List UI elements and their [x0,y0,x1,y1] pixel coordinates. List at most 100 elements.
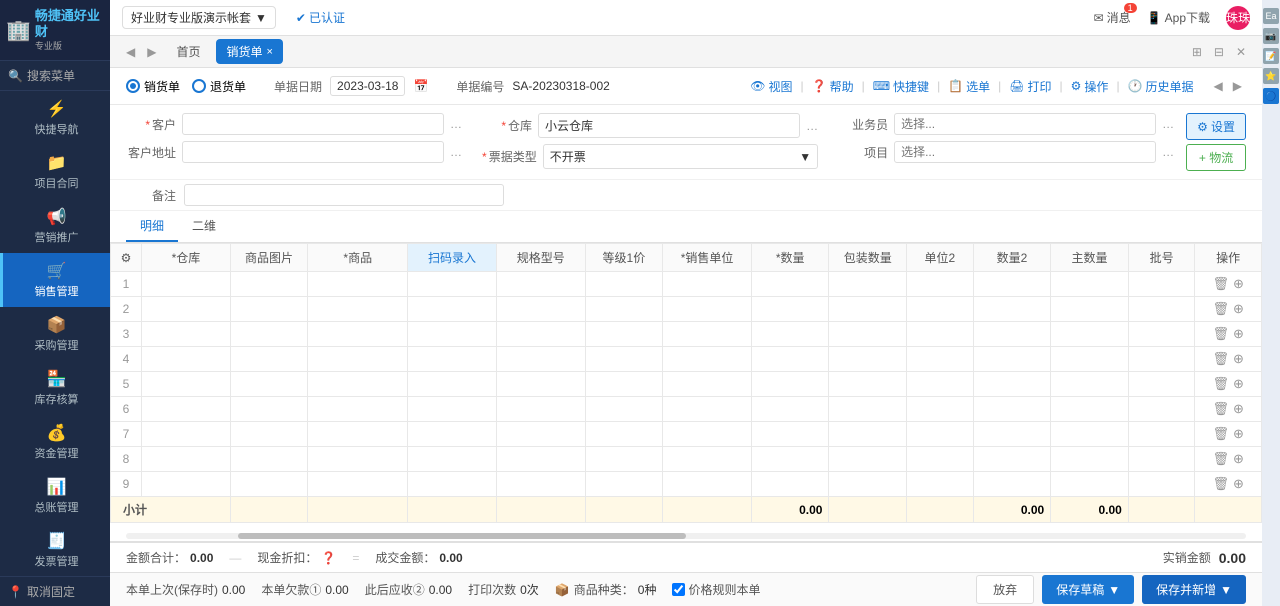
setup-btn[interactable]: ⚙ 设置 [1186,113,1246,140]
row-1-scan[interactable] [408,272,497,297]
row-1-unit[interactable] [663,272,752,297]
note-input[interactable] [184,184,504,206]
save-new-btn[interactable]: 保存并新增 ▼ [1142,575,1246,604]
row-1-qty2[interactable] [973,272,1051,297]
customer-input[interactable] [182,113,444,135]
project-dots[interactable]: … [1162,145,1174,159]
warehouse-dots[interactable]: … [806,119,818,133]
staff-dots[interactable]: … [1162,117,1174,131]
radio-return-order[interactable]: 退货单 [192,78,246,95]
history-btn[interactable]: 🕐 历史单据 [1128,78,1194,95]
sidebar-unpin-btn[interactable]: 📍 取消固定 [0,576,110,606]
row-1-price[interactable] [585,272,663,297]
tab-close-icon[interactable]: × [267,46,273,58]
tab-layout-btn1[interactable]: ⊞ [1188,43,1206,61]
rfp-btn-4[interactable]: ⭐ [1263,68,1279,84]
row-2-delete-btn[interactable]: 🗑 [1212,301,1229,317]
rfp-btn-5[interactable]: 🔵 [1263,88,1279,104]
invoice-select[interactable]: 不开票 ▼ [543,144,818,169]
sidebar-item-marketing[interactable]: 📢 营销推广 [0,199,110,253]
operate-btn[interactable]: ⚙ 操作 [1071,78,1109,95]
row-5-copy-btn[interactable]: ⊕ [1233,376,1244,392]
horizontal-scrollbar[interactable] [126,533,1246,539]
shortcut-btn[interactable]: ⌨ 快捷键 [873,78,929,95]
row-9-delete-btn[interactable]: 🗑 [1212,476,1229,492]
message-btn[interactable]: ✉ 1 消息 [1094,9,1131,26]
user-profile[interactable]: 珠珠 [1226,6,1250,30]
row-1-image[interactable] [230,272,308,297]
abandon-btn[interactable]: 放弃 [976,575,1034,604]
app-download-btn[interactable]: 📱 App下载 [1147,9,1210,26]
tab-close-all[interactable]: ✕ [1232,43,1250,61]
row-1-warehouse[interactable] [142,272,231,297]
row-2-copy-btn[interactable]: ⊕ [1233,301,1244,317]
print-btn[interactable]: 🖨 打印 [1009,78,1051,95]
sidebar-item-funds[interactable]: 💰 资金管理 [0,415,110,469]
radio-sales-order[interactable]: 销货单 [126,78,180,95]
sidebar-item-accounting[interactable]: 📊 总账管理 [0,469,110,523]
row-3-copy-btn[interactable]: ⊕ [1233,326,1244,342]
scroll-thumb[interactable] [238,533,686,539]
sidebar-item-purchase[interactable]: 📦 采购管理 [0,307,110,361]
project-input[interactable] [894,141,1156,163]
amount-label: 金额合计： [126,549,186,566]
row-1-delete-btn[interactable]: 🗑 [1212,276,1229,292]
warehouse-value[interactable]: 小云仓库 [538,113,800,138]
row-7-copy-btn[interactable]: ⊕ [1233,426,1244,442]
sidebar-item-sales[interactable]: 🛒 销售管理 [0,253,110,307]
prev-record-btn[interactable]: ◀ [1210,77,1227,95]
sidebar-search[interactable]: 🔍 搜索菜单 [0,61,110,91]
help-discount-icon[interactable]: ❓ [321,551,336,565]
row-1-spec[interactable] [496,272,585,297]
tab-next-btn[interactable]: ▶ [143,43,160,61]
select-btn[interactable]: 📋 选单 [948,78,990,95]
row-3-delete-btn[interactable]: 🗑 [1212,326,1229,342]
address-dots[interactable]: … [450,145,462,159]
rfp-btn-3[interactable]: 📝 [1263,48,1279,64]
sidebar-item-quick-nav[interactable]: ⚡ 快捷导航 [0,91,110,145]
tab-layout-btn2[interactable]: ⊟ [1210,43,1228,61]
sidebar-item-invoice[interactable]: 🧾 发票管理 [0,523,110,576]
row-4-delete-btn[interactable]: 🗑 [1212,351,1229,367]
row-1-unit2[interactable] [907,272,974,297]
sidebar-item-inventory[interactable]: 🏪 库存核算 [0,361,110,415]
customer-dots[interactable]: … [450,117,462,131]
row-1-main-qty[interactable] [1051,272,1129,297]
row-8-copy-btn[interactable]: ⊕ [1233,451,1244,467]
price-check-checkbox[interactable] [672,583,685,596]
view-btn[interactable]: 👁 视图 [750,78,792,95]
calendar-icon[interactable]: 📅 [413,79,428,93]
next-record-btn[interactable]: ▶ [1229,77,1246,95]
row-1-pack-qty[interactable] [829,272,907,297]
row-1-goods[interactable] [308,272,408,297]
col-settings[interactable]: ⚙ [111,244,142,272]
tab-prev-btn[interactable]: ◀ [122,43,139,61]
row-8-delete-btn[interactable]: 🗑 [1212,451,1229,467]
rfp-btn-1[interactable]: Ea [1263,8,1279,24]
row-4-copy-btn[interactable]: ⊕ [1233,351,1244,367]
price-check-label[interactable]: 价格规则本单 [672,581,760,598]
staff-input[interactable] [894,113,1156,135]
col-scan[interactable]: 扫码录入 [408,244,497,272]
row-7-delete-btn[interactable]: 🗑 [1212,426,1229,442]
help-btn[interactable]: ❓ 帮助 [812,78,854,95]
row-6-copy-btn[interactable]: ⊕ [1233,401,1244,417]
pin-icon: 📍 [8,585,23,599]
tab-detail[interactable]: 明细 [126,211,178,242]
tab-sales-order[interactable]: 销货单 × [216,39,282,64]
row-5-delete-btn[interactable]: 🗑 [1212,376,1229,392]
row-1-copy-btn[interactable]: ⊕ [1233,276,1244,292]
date-input[interactable]: 2023-03-18 [330,76,405,96]
row-1-batch[interactable] [1128,272,1195,297]
row-9-copy-btn[interactable]: ⊕ [1233,476,1244,492]
save-draft-btn[interactable]: 保存草稿 ▼ [1042,575,1134,604]
sidebar-item-project[interactable]: 📁 项目合同 [0,145,110,199]
row-1-qty[interactable] [751,272,829,297]
rfp-btn-2[interactable]: 📷 [1263,28,1279,44]
tab-home[interactable]: 首页 [164,39,212,64]
add-goods-btn[interactable]: + 物流 [1186,144,1246,171]
address-input[interactable] [182,141,444,163]
row-6-delete-btn[interactable]: 🗑 [1212,401,1229,417]
company-selector[interactable]: 好业财专业版演示帐套 ▼ [122,6,276,29]
tab-2d[interactable]: 二维 [178,211,230,242]
